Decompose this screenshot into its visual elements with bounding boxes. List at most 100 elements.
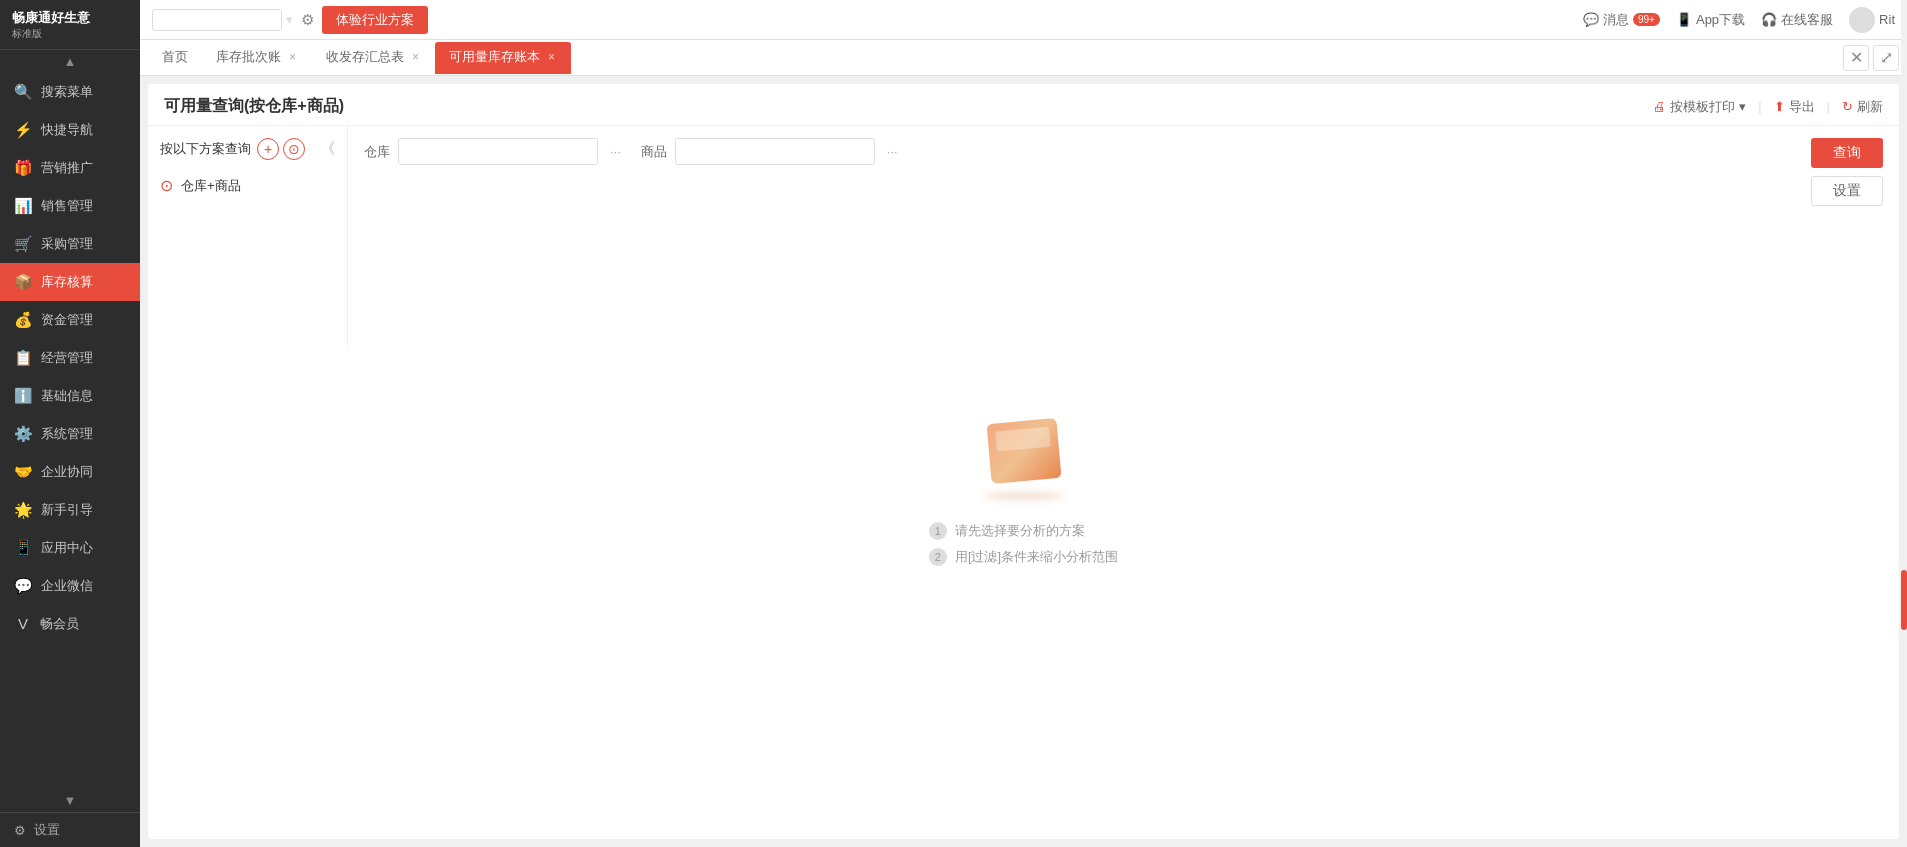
sidebar-item-label: 企业协同 <box>41 463 93 481</box>
sep2: | <box>1827 99 1830 114</box>
username: Rit <box>1879 12 1895 27</box>
settings-btn[interactable]: 设置 <box>1811 176 1883 206</box>
tab-close-icon[interactable]: × <box>410 50 421 64</box>
export-label: 导出 <box>1789 98 1815 116</box>
export-btn[interactable]: ⬆ 导出 <box>1774 98 1815 116</box>
right-scrollbar <box>1901 0 1907 847</box>
sidebar-icon: 🎁 <box>14 159 33 177</box>
main-area: ▾ ⚙ 体验行业方案 💬 消息 99+ 📱 App下载 🎧 在线客服 Rit <box>140 0 1907 847</box>
sidebar-icon: 🛒 <box>14 235 33 253</box>
sidebar-item-新手引导[interactable]: 🌟 新手引导 <box>0 491 140 529</box>
user-info[interactable]: Rit <box>1849 7 1895 33</box>
sidebar-scroll-up[interactable]: ▲ <box>0 50 140 73</box>
sidebar-icon: 📋 <box>14 349 33 367</box>
print-label: 按模板打印 <box>1670 98 1735 116</box>
sidebar-item-营销推广[interactable]: 🎁 营销推广 <box>0 149 140 187</box>
close-tab-btn[interactable]: ✕ <box>1843 45 1869 71</box>
topbar: ▾ ⚙ 体验行业方案 💬 消息 99+ 📱 App下载 🎧 在线客服 Rit <box>140 0 1907 40</box>
search-input[interactable] <box>152 9 282 31</box>
sidebar-item-采购管理[interactable]: 🛒 采购管理 <box>0 225 140 263</box>
sidebar-item-销售管理[interactable]: 📊 销售管理 <box>0 187 140 225</box>
sidebar-icon: 💰 <box>14 311 33 329</box>
headset-icon: 🎧 <box>1761 12 1777 27</box>
avatar <box>1849 7 1875 33</box>
filter-goods-label: 商品 <box>641 143 667 161</box>
message-icon: 💬 <box>1583 12 1599 27</box>
page-content: 可用量查询(按仓库+商品) 🖨 按模板打印 ▾ | ⬆ 导出 | ↻ 刷新 <box>148 84 1899 839</box>
sidebar-item-快捷导航[interactable]: ⚡ 快捷导航 <box>0 111 140 149</box>
industry-btn[interactable]: 体验行业方案 <box>322 6 428 34</box>
add-scheme-btn[interactable]: + <box>257 138 279 160</box>
sidebar-item-企业协同[interactable]: 🤝 企业协同 <box>0 453 140 491</box>
scheme-actions: + ⊙ <box>257 138 305 160</box>
sidebar-item-应用中心[interactable]: 📱 应用中心 <box>0 529 140 567</box>
query-btn[interactable]: 查询 <box>1811 138 1883 168</box>
sidebar-item-label: 营销推广 <box>41 159 93 177</box>
sidebar-item-基础信息[interactable]: ℹ️ 基础信息 <box>0 377 140 415</box>
tab-收发存汇总表[interactable]: 收发存汇总表× <box>312 42 435 74</box>
sidebar-item-库存核算[interactable]: 📦 库存核算 <box>0 263 140 301</box>
sidebar-item-label: 采购管理 <box>41 235 93 253</box>
sidebar-icon: 📊 <box>14 197 33 215</box>
sidebar-item-label: 基础信息 <box>41 387 93 405</box>
tabs-bar: 首页库存批次账×收发存汇总表× 可用量库存账本 × ✕ ⤢ <box>140 40 1907 76</box>
query-section: 按以下方案查询 + ⊙ 《 ⊙ 仓库+商品 仓库 <box>148 126 1899 346</box>
filter-goods-group: 商品 ··· <box>641 138 902 165</box>
filter-goods-more[interactable]: ··· <box>883 144 902 159</box>
expand-btn[interactable]: ⤢ <box>1873 45 1899 71</box>
tab-close-icon[interactable]: × <box>287 50 298 64</box>
sidebar-icon: 💬 <box>14 577 33 595</box>
refresh-label: 刷新 <box>1857 98 1883 116</box>
sidebar-item-畅会员[interactable]: V 畅会员 <box>0 605 140 643</box>
sidebar-icon: 📱 <box>14 539 33 557</box>
page-title: 可用量查询(按仓库+商品) <box>164 96 344 117</box>
filter-warehouse-more[interactable]: ··· <box>606 144 625 159</box>
sidebar-icon: 🔍 <box>14 83 33 101</box>
empty-tip-1: 1 请先选择要分析的方案 <box>929 522 1118 540</box>
query-scheme: 按以下方案查询 + ⊙ 《 ⊙ 仓库+商品 <box>148 126 348 346</box>
message-item[interactable]: 💬 消息 99+ <box>1583 11 1660 29</box>
sidebar-item-label: 系统管理 <box>41 425 93 443</box>
empty-tips: 1 请先选择要分析的方案 2 用[过滤]条件来缩小分析范围 <box>929 522 1118 566</box>
refresh-icon: ↻ <box>1842 99 1853 114</box>
app-download-label: App下载 <box>1696 11 1745 29</box>
settings-scheme-btn[interactable]: ⊙ <box>283 138 305 160</box>
print-dropdown-icon[interactable]: ▾ <box>1739 99 1746 114</box>
sidebar-icon: ⚙️ <box>14 425 33 443</box>
tab-可用量库存账本[interactable]: 可用量库存账本 × <box>435 42 571 74</box>
collapse-icon[interactable]: 《 <box>321 140 335 158</box>
online-service-item[interactable]: 🎧 在线客服 <box>1761 11 1833 29</box>
filter-warehouse-group: 仓库 ··· <box>364 138 625 165</box>
sidebar-item-企业微信[interactable]: 💬 企业微信 <box>0 567 140 605</box>
sidebar-item-搜索菜单[interactable]: 🔍 搜索菜单 <box>0 73 140 111</box>
sidebar-item-经营管理[interactable]: 📋 经营管理 <box>0 339 140 377</box>
sidebar-item-资金管理[interactable]: 💰 资金管理 <box>0 301 140 339</box>
gear-icon[interactable]: ⚙ <box>301 11 314 29</box>
sidebar-scroll-down[interactable]: ▼ <box>0 789 140 812</box>
tab-首页[interactable]: 首页 <box>148 42 202 74</box>
mobile-icon: 📱 <box>1676 12 1692 27</box>
sidebar-item-label: 销售管理 <box>41 197 93 215</box>
tab-label: 可用量库存账本 <box>449 48 540 66</box>
tip-num-2: 2 <box>929 548 947 566</box>
sidebar-bottom[interactable]: ⚙ 设置 <box>0 812 140 847</box>
scheme-item-warehouse-goods[interactable]: ⊙ 仓库+商品 <box>148 168 347 203</box>
print-btn[interactable]: 🖨 按模板打印 ▾ <box>1653 98 1746 116</box>
tab-库存批次账[interactable]: 库存批次账× <box>202 42 312 74</box>
empty-box <box>986 418 1061 484</box>
sep1: | <box>1758 99 1761 114</box>
sidebar-item-系统管理[interactable]: ⚙️ 系统管理 <box>0 415 140 453</box>
empty-shadow <box>984 491 1064 501</box>
app-version: 标准版 <box>12 27 128 41</box>
scrollbar-thumb[interactable] <box>1901 570 1907 630</box>
filter-warehouse-input[interactable] <box>398 138 598 165</box>
refresh-btn[interactable]: ↻ 刷新 <box>1842 98 1883 116</box>
sidebar-item-label: 搜索菜单 <box>41 83 93 101</box>
tab-close-icon[interactable]: × <box>546 50 557 64</box>
app-download-item[interactable]: 📱 App下载 <box>1676 11 1745 29</box>
sidebar-icon: 🌟 <box>14 501 33 519</box>
scheme-label: 按以下方案查询 <box>160 140 251 158</box>
topbar-search-area: ▾ <box>152 9 293 31</box>
filter-goods-input[interactable] <box>675 138 875 165</box>
filter-warehouse-label: 仓库 <box>364 143 390 161</box>
